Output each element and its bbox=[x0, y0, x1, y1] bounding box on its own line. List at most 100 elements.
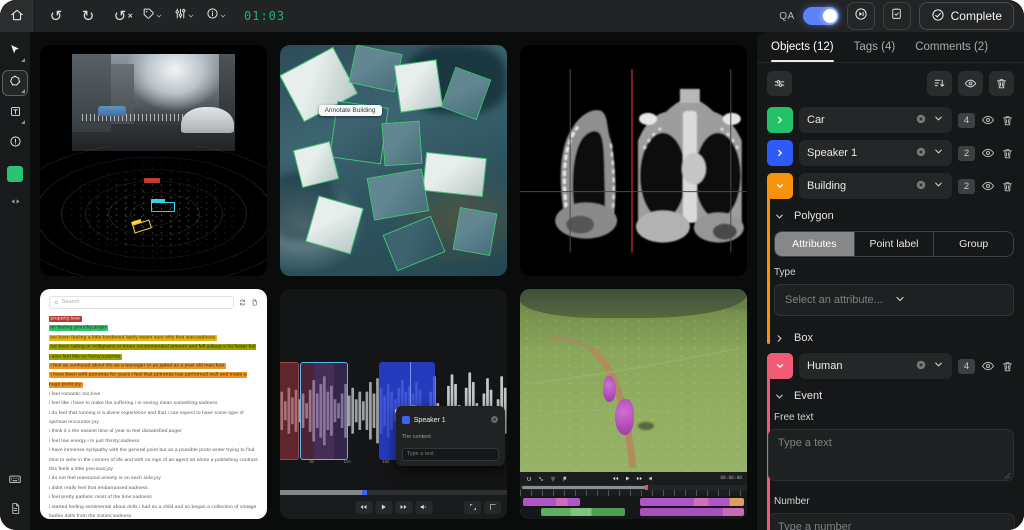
redo-button[interactable]: ↻ bbox=[73, 3, 103, 29]
text-line[interactable]: i have immense sympathy with the general… bbox=[49, 446, 258, 474]
text-annotation-anger[interactable]: im feeling grouchy;anger bbox=[49, 325, 108, 332]
object-name-building[interactable]: Building bbox=[799, 173, 952, 199]
tile-audio-waveform[interactable]: 5s 10s 15s 20s Speaker 1 The content bbox=[280, 288, 507, 519]
tile-aerial-buildings[interactable]: Annotate Building bbox=[280, 45, 507, 276]
undo-button[interactable]: ↺ bbox=[41, 3, 71, 29]
building-polygon[interactable] bbox=[367, 169, 429, 220]
trash-icon[interactable] bbox=[1001, 360, 1014, 373]
object-name-human[interactable]: Human bbox=[799, 353, 952, 379]
text-annotation-love[interactable]: property;love bbox=[49, 316, 82, 322]
text-line[interactable]: i think it s the easiest time of year to… bbox=[49, 427, 258, 436]
skip-task-button[interactable] bbox=[846, 2, 875, 30]
skip-forward-icon[interactable] bbox=[636, 475, 644, 483]
document-search-input[interactable]: Search bbox=[49, 295, 234, 309]
tab-objects[interactable]: Objects (12) bbox=[771, 32, 834, 62]
eye-icon[interactable] bbox=[981, 113, 995, 127]
attribute-select[interactable]: Select an attribute... bbox=[774, 284, 1014, 316]
chevron-down-icon[interactable] bbox=[933, 359, 944, 373]
text-line[interactable]: i started feeling sentimental about doll… bbox=[49, 503, 258, 519]
building-polygon[interactable] bbox=[383, 216, 444, 270]
skip-back-icon[interactable] bbox=[612, 475, 620, 483]
trash-icon[interactable] bbox=[1001, 114, 1014, 127]
qa-toggle[interactable] bbox=[802, 7, 839, 25]
tab-comments[interactable]: Comments (2) bbox=[915, 32, 988, 62]
text-line[interactable]: i didnt really feel that embarrassed;sad… bbox=[49, 484, 258, 493]
person-segmentation-mask[interactable] bbox=[615, 399, 635, 436]
sort-button[interactable] bbox=[927, 71, 952, 96]
tile-lidar-scene[interactable] bbox=[40, 45, 267, 276]
flag-icon[interactable] bbox=[561, 475, 569, 483]
text-line[interactable]: i do feel that running is a divine exper… bbox=[49, 409, 258, 428]
skip-back-button[interactable] bbox=[355, 500, 372, 514]
expand-car-button[interactable] bbox=[767, 107, 793, 133]
tab-group[interactable]: Group bbox=[934, 232, 1013, 256]
text-line[interactable]: i feel pretty pathetic most of the time;… bbox=[49, 493, 258, 502]
issue-tool-button[interactable] bbox=[3, 132, 27, 156]
polygon-tool-button[interactable] bbox=[2, 70, 28, 96]
tab-point-label[interactable]: Point label bbox=[855, 232, 935, 256]
active-color-button[interactable] bbox=[3, 162, 27, 186]
labels-menu-button[interactable] bbox=[137, 3, 167, 29]
text-annotation-joy[interactable]: i have been with petronas for years i fe… bbox=[49, 372, 247, 388]
tile-text-document[interactable]: Search property;love im feeling grouchy;… bbox=[40, 288, 267, 519]
audio-region-red[interactable] bbox=[280, 361, 300, 460]
remove-icon[interactable] bbox=[915, 179, 927, 194]
number-input[interactable] bbox=[768, 513, 1015, 530]
chevron-down-icon[interactable] bbox=[933, 179, 944, 193]
split-icon[interactable] bbox=[549, 475, 557, 483]
text-line[interactable]: i feel romantic too;love bbox=[49, 390, 258, 399]
submit-review-button[interactable] bbox=[882, 2, 911, 30]
lidar-box-cyan[interactable] bbox=[151, 198, 176, 212]
trash-icon[interactable] bbox=[1001, 180, 1014, 193]
filter-adjust-button[interactable] bbox=[767, 71, 792, 96]
eye-icon[interactable] bbox=[981, 179, 995, 193]
building-polygon[interactable] bbox=[383, 122, 423, 167]
person-segmentation-mask[interactable] bbox=[602, 376, 616, 403]
object-name-speaker[interactable]: Speaker 1 bbox=[799, 140, 952, 166]
timeline-track[interactable] bbox=[523, 508, 744, 516]
home-button[interactable] bbox=[0, 0, 35, 32]
box-section-header[interactable]: Box bbox=[767, 332, 1014, 344]
collapse-building-button[interactable] bbox=[767, 173, 793, 199]
documentation-button[interactable] bbox=[3, 499, 27, 523]
text-annotation-fear[interactable]: i feel as confused about life as a teena… bbox=[49, 363, 226, 370]
collapse-human-button[interactable] bbox=[767, 353, 793, 379]
select-tool-button[interactable] bbox=[3, 40, 27, 64]
volume-icon[interactable] bbox=[648, 475, 656, 483]
skip-forward-button[interactable] bbox=[395, 500, 412, 514]
play-button[interactable] bbox=[375, 500, 392, 514]
replace-icon[interactable] bbox=[239, 299, 246, 306]
text-tool-button[interactable] bbox=[3, 102, 27, 126]
audio-region-selected[interactable] bbox=[300, 361, 349, 460]
panel-toggle-button[interactable] bbox=[484, 500, 501, 514]
timeline-track[interactable] bbox=[523, 498, 744, 506]
tile-medical-ct[interactable] bbox=[520, 45, 747, 276]
info-menu-button[interactable] bbox=[201, 3, 231, 29]
tab-tags[interactable]: Tags (4) bbox=[854, 32, 896, 62]
building-polygon[interactable] bbox=[395, 60, 442, 113]
settings-menu-button[interactable] bbox=[169, 3, 199, 29]
eye-icon[interactable] bbox=[981, 359, 995, 373]
text-line[interactable]: i do not feel reassured anxiety is on ea… bbox=[49, 474, 258, 483]
tile-drone-video[interactable]: 00:00:00 bbox=[520, 288, 747, 519]
eye-icon[interactable] bbox=[981, 146, 995, 160]
content-input[interactable] bbox=[401, 447, 500, 461]
play-icon[interactable] bbox=[624, 475, 632, 483]
volume-button[interactable] bbox=[415, 500, 432, 514]
complete-button[interactable]: Complete bbox=[918, 2, 1014, 30]
tab-attributes[interactable]: Attributes bbox=[775, 232, 855, 256]
visibility-button[interactable] bbox=[958, 71, 983, 96]
free-text-input[interactable] bbox=[768, 429, 1014, 481]
object-name-car[interactable]: Car bbox=[799, 107, 952, 133]
lidar-label-red[interactable] bbox=[144, 177, 161, 183]
text-annotation-sadness[interactable]: ive been feeling a little burdened latel… bbox=[49, 334, 217, 341]
building-polygon[interactable] bbox=[423, 152, 487, 196]
zoom-fit-button[interactable] bbox=[464, 500, 481, 514]
text-line[interactable]: i feel like i have to make the suffering… bbox=[49, 399, 258, 408]
collapse-rail-button[interactable] bbox=[3, 192, 27, 216]
polygon-section-header[interactable]: Polygon bbox=[767, 210, 1014, 222]
building-polygon[interactable] bbox=[453, 208, 497, 256]
expand-speaker-button[interactable] bbox=[767, 140, 793, 166]
text-annotation-surprise[interactable]: ive been taking or milligrams or times r… bbox=[49, 344, 256, 360]
text-line[interactable]: i feel low energy i m just thirsty;sadne… bbox=[49, 437, 258, 446]
